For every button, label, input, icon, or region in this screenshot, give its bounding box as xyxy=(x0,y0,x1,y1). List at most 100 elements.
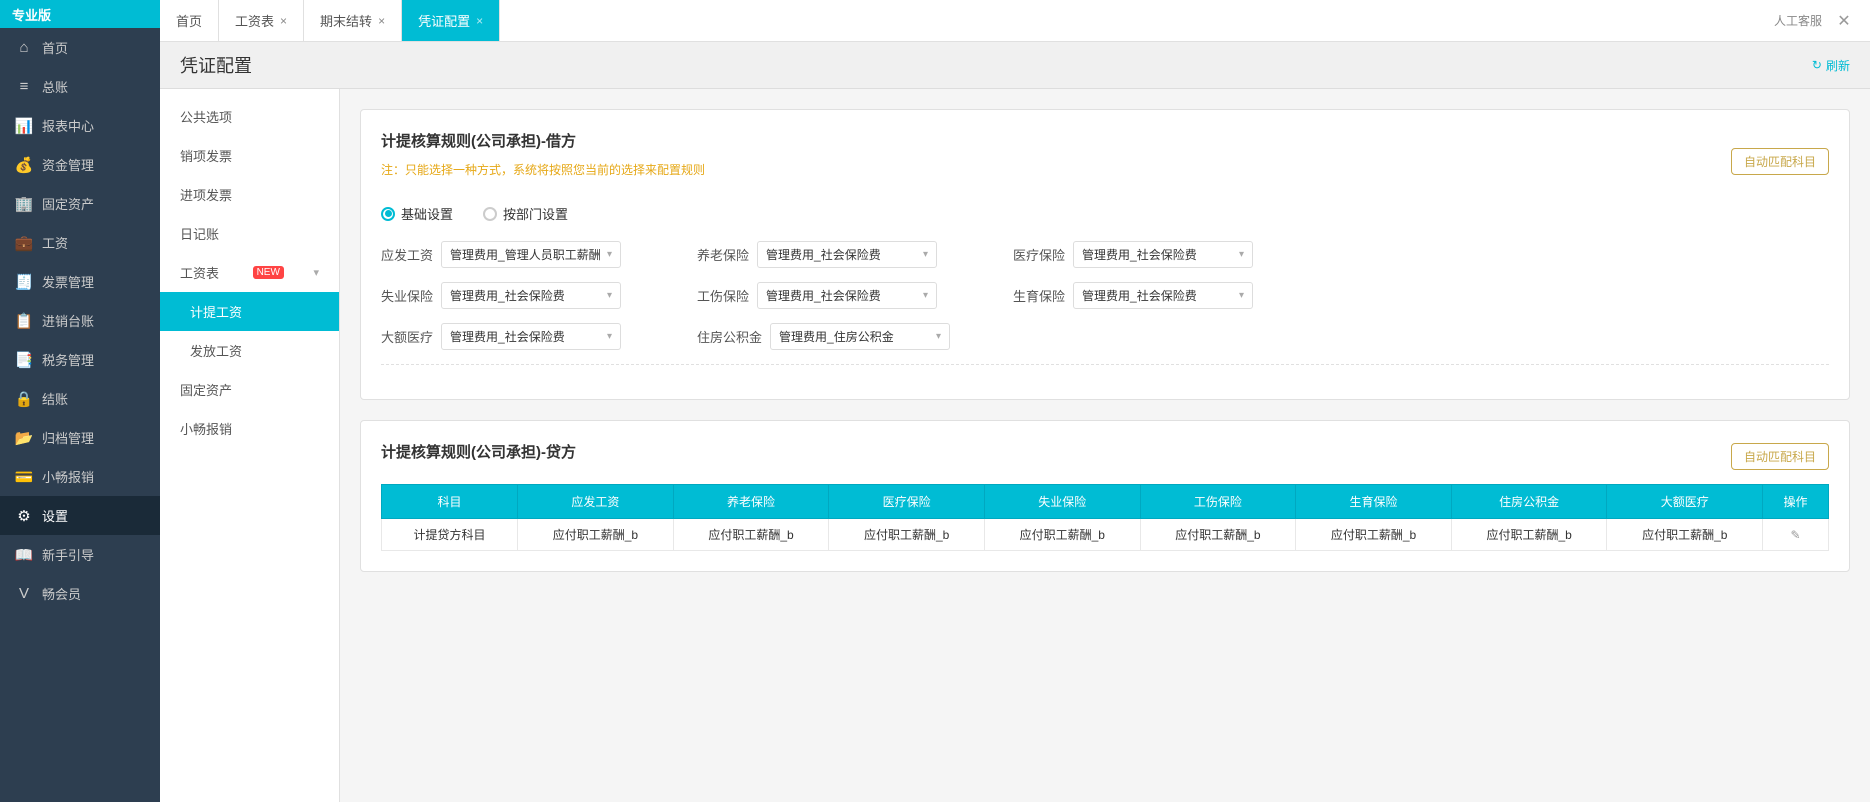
page-header: 凭证配置 ↻ 刷新 xyxy=(160,42,1870,89)
select-applied-salary[interactable]: 管理费用_管理人员职工薪酬 ▾ xyxy=(441,241,621,268)
section-credit: 计提核算规则(公司承担)-贷方 自动匹配科目 科目 应发工资 养老保险 医疗保险… xyxy=(360,420,1850,572)
radio-basic-circle xyxy=(381,207,395,221)
sidebar-item-assets[interactable]: 🏢 固定资产 xyxy=(0,184,160,223)
label-medical: 医疗保险 xyxy=(1013,245,1065,264)
col-injury: 工伤保险 xyxy=(1140,485,1296,519)
page-title: 凭证配置 xyxy=(180,52,252,78)
form-row-1: 应发工资 管理费用_管理人员职工薪酬 ▾ 养老保险 管理费用_社会保险费 ▾ xyxy=(381,241,1829,268)
select-medical[interactable]: 管理费用_社会保险费 ▾ xyxy=(1073,241,1253,268)
tab-salary[interactable]: 工资表 × xyxy=(219,0,304,41)
content-area: 公共选项 销项发票 进项发票 日记账 工资表 NEW ▾ 计提工资 发放工资 xyxy=(160,89,1870,802)
field-applied-salary: 应发工资 管理费用_管理人员职工薪酬 ▾ xyxy=(381,241,681,268)
left-nav-xiaochang-expense[interactable]: 小畅报销 xyxy=(160,409,339,448)
table-row: 计提贷方科目 应付职工薪酬_b 应付职工薪酬_b 应付职工薪酬_b 应付职工薪酬… xyxy=(382,519,1829,551)
cell-medical: 应付职工薪酬_b xyxy=(829,519,985,551)
report-icon: 📊 xyxy=(14,117,34,135)
invoice-icon: 🧾 xyxy=(14,273,34,291)
field-pension: 养老保险 管理费用_社会保险费 ▾ xyxy=(697,241,997,268)
select-maternity[interactable]: 管理费用_社会保险费 ▾ xyxy=(1073,282,1253,309)
topbar: 首页 工资表 × 期末结转 × 凭证配置 × 人工客服 ✕ xyxy=(160,0,1870,42)
select-injury[interactable]: 管理费用_社会保险费 ▾ xyxy=(757,282,937,309)
col-maternity: 生育保险 xyxy=(1296,485,1452,519)
brand-label: 专业版 xyxy=(0,0,160,28)
field-large-medical: 大额医疗 管理费用_社会保险费 ▾ xyxy=(381,323,681,350)
sidebar-item-tax[interactable]: 📑 税务管理 xyxy=(0,340,160,379)
sidebar-item-home[interactable]: ⌂ 首页 xyxy=(0,28,160,67)
sidebar-item-member[interactable]: V 畅会员 xyxy=(0,574,160,613)
sidebar-item-purchase[interactable]: 📋 进销台账 xyxy=(0,301,160,340)
sidebar-item-settings[interactable]: ⚙ 设置 xyxy=(0,496,160,535)
sidebar-item-closing[interactable]: 🔒 结账 xyxy=(0,379,160,418)
tab-salary-close[interactable]: × xyxy=(280,14,287,28)
left-nav-cancel-invoice[interactable]: 销项发票 xyxy=(160,136,339,175)
capital-icon: 💰 xyxy=(14,156,34,174)
field-maternity: 生育保险 管理费用_社会保险费 ▾ xyxy=(1013,282,1313,309)
cell-action[interactable]: ✎ xyxy=(1763,519,1829,551)
select-large-medical[interactable]: 管理费用_社会保险费 ▾ xyxy=(441,323,621,350)
select-housing[interactable]: 管理费用_住房公积金 ▾ xyxy=(770,323,950,350)
radio-basic[interactable]: 基础设置 xyxy=(381,204,453,223)
credit-table: 科目 应发工资 养老保险 医疗保险 失业保险 工伤保险 生育保险 住房公积金 大… xyxy=(381,484,1829,551)
sidebar-item-guide[interactable]: 📖 新手引导 xyxy=(0,535,160,574)
label-maternity: 生育保险 xyxy=(1013,286,1065,305)
section1-header: 计提核算规则(公司承担)-借方 注：只能选择一种方式，系统将按照您当前的选择来配… xyxy=(381,130,1829,192)
topbar-right: 人工客服 ✕ xyxy=(1774,7,1870,35)
cell-housing: 应付职工薪酬_b xyxy=(1451,519,1607,551)
salary-icon: 💼 xyxy=(14,234,34,252)
auto-match-button-credit[interactable]: 自动匹配科目 xyxy=(1731,443,1829,470)
col-unemployment: 失业保险 xyxy=(984,485,1140,519)
sidebar-item-salary[interactable]: 💼 工资 xyxy=(0,223,160,262)
select-arrow-icon4: ▾ xyxy=(607,290,612,301)
tab-period[interactable]: 期末结转 × xyxy=(304,0,402,41)
label-housing: 住房公积金 xyxy=(697,327,762,346)
sidebar-item-ledger[interactable]: ≡ 总账 xyxy=(0,67,160,106)
select-unemployment[interactable]: 管理费用_社会保险费 ▾ xyxy=(441,282,621,309)
left-nav-salary-table[interactable]: 工资表 NEW ▾ xyxy=(160,253,339,292)
auto-match-button-debit[interactable]: 自动匹配科目 xyxy=(1731,148,1829,175)
guide-icon: 📖 xyxy=(14,546,34,564)
section-debit: 计提核算规则(公司承担)-借方 注：只能选择一种方式，系统将按照您当前的选择来配… xyxy=(360,109,1850,400)
new-badge: NEW xyxy=(253,266,284,279)
refresh-button[interactable]: ↻ 刷新 xyxy=(1812,57,1850,74)
tab-voucher[interactable]: 凭证配置 × xyxy=(402,0,500,41)
radio-dept-circle xyxy=(483,207,497,221)
sidebar-item-report[interactable]: 📊 报表中心 xyxy=(0,106,160,145)
sidebar-item-xiaochang[interactable]: 💳 小畅报销 xyxy=(0,457,160,496)
radio-dept[interactable]: 按部门设置 xyxy=(483,204,568,223)
section1-title-block: 计提核算规则(公司承担)-借方 注：只能选择一种方式，系统将按照您当前的选择来配… xyxy=(381,130,705,192)
col-subject: 科目 xyxy=(382,485,518,519)
field-unemployment: 失业保险 管理费用_社会保险费 ▾ xyxy=(381,282,681,309)
closing-icon: 🔒 xyxy=(14,390,34,408)
select-arrow-icon7: ▾ xyxy=(607,331,612,342)
col-pension: 养老保险 xyxy=(673,485,829,519)
select-arrow-icon3: ▾ xyxy=(1239,249,1244,260)
select-arrow-icon: ▾ xyxy=(607,249,612,260)
left-nav-calc-salary[interactable]: 计提工资 xyxy=(160,292,339,331)
col-large-medical: 大额医疗 xyxy=(1607,485,1763,519)
sidebar-item-invoice[interactable]: 🧾 发票管理 xyxy=(0,262,160,301)
left-nav-public[interactable]: 公共选项 xyxy=(160,97,339,136)
refresh-icon: ↻ xyxy=(1812,58,1822,72)
tab-voucher-close[interactable]: × xyxy=(476,14,483,28)
sidebar-item-capital[interactable]: 💰 资金管理 xyxy=(0,145,160,184)
user-info: 人工客服 xyxy=(1774,12,1822,29)
cell-injury: 应付职工薪酬_b xyxy=(1140,519,1296,551)
left-nav-pay-salary[interactable]: 发放工资 xyxy=(160,331,339,370)
edit-icon[interactable]: ✎ xyxy=(1791,528,1801,542)
left-nav-input-invoice[interactable]: 进项发票 xyxy=(160,175,339,214)
main-area: 首页 工资表 × 期末结转 × 凭证配置 × 人工客服 ✕ 凭证配置 ↻ 刷新 xyxy=(160,0,1870,802)
form-row-3: 大额医疗 管理费用_社会保险费 ▾ 住房公积金 管理费用_住房公积金 ▾ xyxy=(381,323,1829,350)
xiaochang-icon: 💳 xyxy=(14,468,34,486)
sidebar-item-archive[interactable]: 📂 归档管理 xyxy=(0,418,160,457)
label-injury: 工伤保险 xyxy=(697,286,749,305)
settings-icon: ⚙ xyxy=(14,507,34,525)
tab-home[interactable]: 首页 xyxy=(160,0,219,41)
field-injury: 工伤保险 管理费用_社会保险费 ▾ xyxy=(697,282,997,309)
left-nav-fixed-assets[interactable]: 固定资产 xyxy=(160,370,339,409)
left-nav-journal[interactable]: 日记账 xyxy=(160,214,339,253)
radio-group: 基础设置 按部门设置 xyxy=(381,204,1829,223)
tab-period-close[interactable]: × xyxy=(378,14,385,28)
select-pension[interactable]: 管理费用_社会保险费 ▾ xyxy=(757,241,937,268)
window-close-button[interactable]: ✕ xyxy=(1830,7,1858,35)
chevron-down-icon: ▾ xyxy=(313,266,319,279)
